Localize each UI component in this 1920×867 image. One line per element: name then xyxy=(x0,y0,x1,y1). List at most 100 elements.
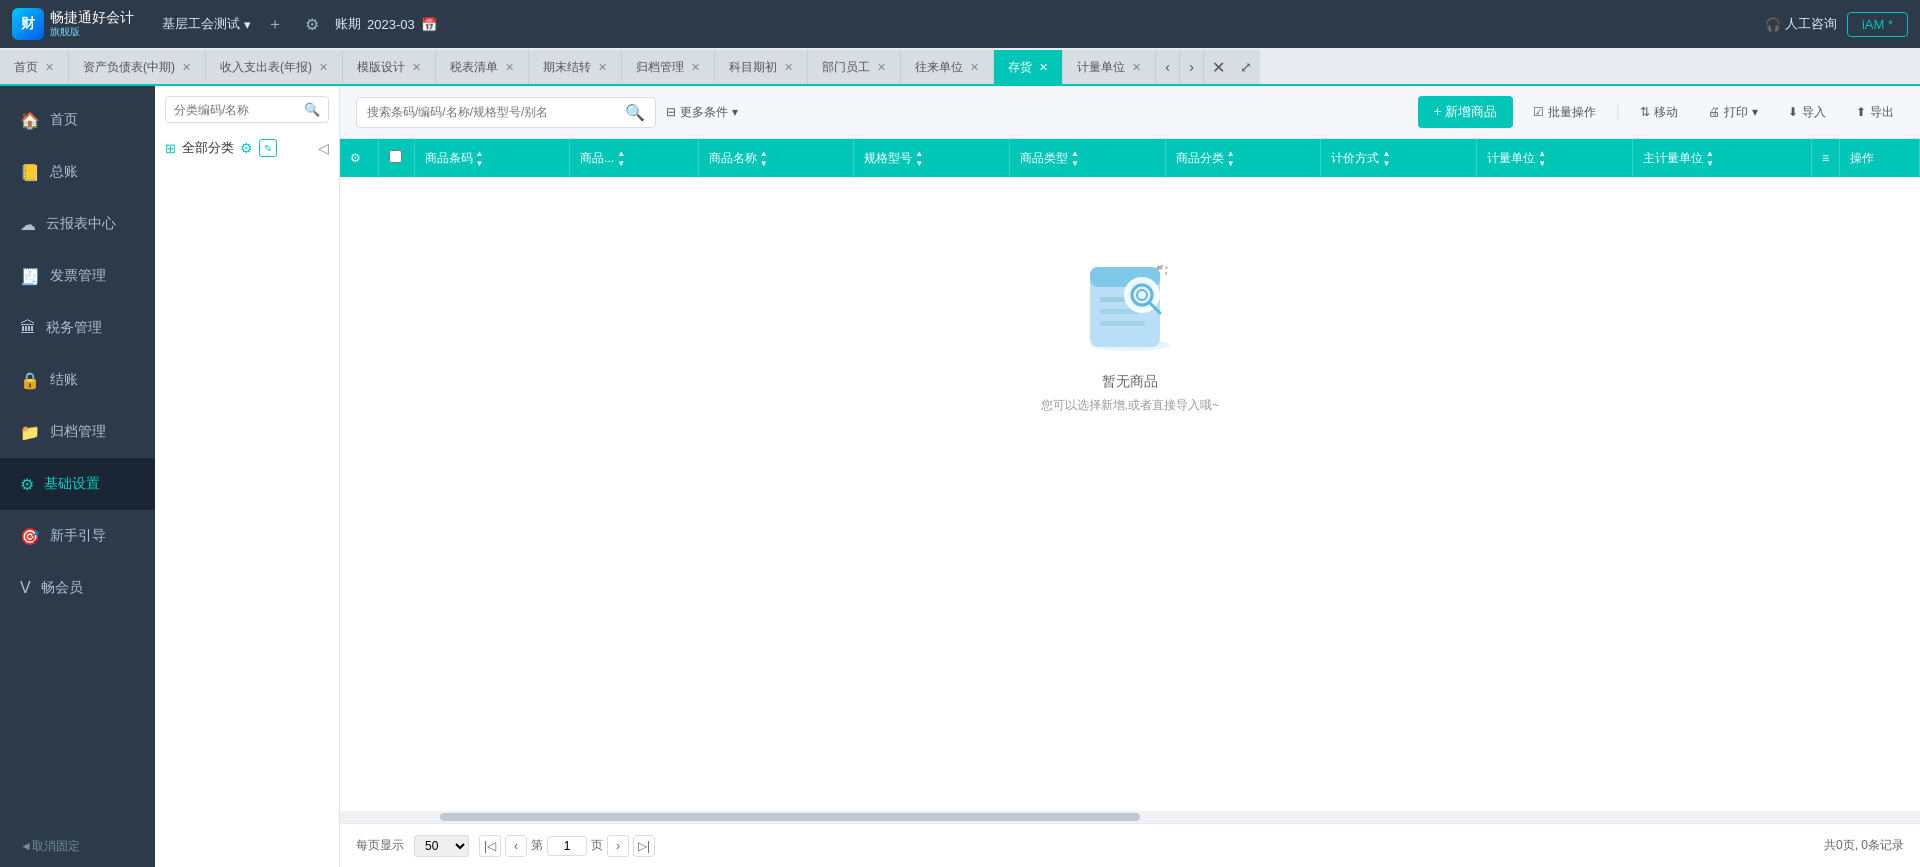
tab-close-all-btn[interactable]: ✕ xyxy=(1204,50,1232,84)
company-selector[interactable]: 基层工会测试 ▾ xyxy=(162,15,251,33)
sidebar-label-tax: 税务管理 xyxy=(46,319,102,337)
product-search-bar[interactable]: 🔍 xyxy=(356,97,656,128)
tab-contacts[interactable]: 往来单位 ✕ xyxy=(901,50,994,84)
add-product-button[interactable]: + 新增商品 xyxy=(1418,96,1513,128)
product-search-icon[interactable]: 🔍 xyxy=(625,103,645,122)
pagination: |◁ ‹ 第 页 › ▷| xyxy=(479,835,655,857)
edit-icon[interactable]: ✎ xyxy=(259,139,277,157)
page-last-btn[interactable]: ▷| xyxy=(633,835,655,857)
sidebar-item-home[interactable]: 🏠 首页 xyxy=(0,94,155,146)
add-tab-icon[interactable]: ＋ xyxy=(261,10,289,39)
tab-dept-staff[interactable]: 部门员工 ✕ xyxy=(808,50,901,84)
tab-prev-btn[interactable]: ‹ xyxy=(1156,50,1180,84)
right-panel: 🔍 ⊟ 更多条件 ▾ + 新增商品 ☑ 批量操作 | xyxy=(340,86,1920,867)
export-icon: ⬆ xyxy=(1856,105,1866,119)
settings-icon[interactable]: ⚙ xyxy=(299,11,325,38)
page-first-btn[interactable]: |◁ xyxy=(479,835,501,857)
print-button[interactable]: 🖨 打印 ▾ xyxy=(1698,98,1768,127)
tab-close-inventory[interactable]: ✕ xyxy=(1039,61,1048,74)
filter-button[interactable]: ⊟ 更多条件 ▾ xyxy=(666,104,738,121)
category-settings-icon[interactable]: ⚙ xyxy=(240,140,253,156)
app-title: 畅捷通好会计 xyxy=(50,9,134,26)
tab-income-statement[interactable]: 收入支出表(年报) ✕ xyxy=(206,50,343,84)
sidebar-item-close-account[interactable]: 🔒 结账 xyxy=(0,354,155,406)
table-header-row: ⚙ 商品条码▲▼ 商品...▲▼ 商品名称▲▼ 规格型号▲▼ 商品类型▲▼ 商品… xyxy=(340,139,1920,177)
tab-inventory[interactable]: 存货 ✕ xyxy=(994,50,1063,84)
sidebar-item-reports[interactable]: ☁ 云报表中心 xyxy=(0,198,155,250)
tab-close-subject[interactable]: ✕ xyxy=(784,61,793,74)
tab-period-carry[interactable]: 期末结转 ✕ xyxy=(529,50,622,84)
sidebar-item-archive[interactable]: 📁 归档管理 xyxy=(0,406,155,458)
page-prev-btn[interactable]: ‹ xyxy=(505,835,527,857)
tab-close-tax[interactable]: ✕ xyxy=(505,61,514,74)
product-table: ⚙ 商品条码▲▼ 商品...▲▼ 商品名称▲▼ 规格型号▲▼ 商品类型▲▼ 商品… xyxy=(340,139,1920,474)
tab-subject-init[interactable]: 科目期初 ✕ xyxy=(715,50,808,84)
sidebar: 🏠 首页 📒 总账 ☁ 云报表中心 🧾 发票管理 🏛 税务管理 🔒 结账 📁 归… xyxy=(0,86,155,867)
sidebar-item-member[interactable]: V 畅会员 xyxy=(0,562,155,614)
tab-unit[interactable]: 计量单位 ✕ xyxy=(1063,50,1156,84)
sidebar-label-member: 畅会员 xyxy=(41,579,83,597)
tab-close-homepage[interactable]: ✕ xyxy=(45,61,54,74)
home-icon: 🏠 xyxy=(20,111,40,130)
sidebar-item-guide[interactable]: 🎯 新手引导 xyxy=(0,510,155,562)
tab-close-dept[interactable]: ✕ xyxy=(877,61,886,74)
sidebar-collapse-btn[interactable]: ◄取消固定 xyxy=(0,826,155,867)
category-search-input[interactable] xyxy=(174,103,298,117)
scrollbar-thumb[interactable] xyxy=(440,813,1140,821)
sep1: | xyxy=(1616,103,1620,121)
tab-close-template[interactable]: ✕ xyxy=(412,61,421,74)
tab-expand-btn[interactable]: ⤢ xyxy=(1232,50,1260,84)
folder-icon: 📁 xyxy=(20,423,40,442)
top-actions: 🎧 人工咨询 iAM * xyxy=(1765,12,1908,37)
top-bar: 财 畅捷通好会计 旗舰版 基层工会测试 ▾ ＋ ⚙ 账期 2023-03 📅 🎧… xyxy=(0,0,1920,48)
sidebar-item-invoice[interactable]: 🧾 发票管理 xyxy=(0,250,155,302)
sidebar-item-settings[interactable]: ⚙ 基础设置 xyxy=(0,458,155,510)
empty-desc: 您可以选择新增,或者直接导入哦~ xyxy=(1041,397,1219,414)
tab-archive[interactable]: 归档管理 ✕ xyxy=(622,50,715,84)
export-button[interactable]: ⬆ 导出 xyxy=(1846,98,1904,127)
move-button[interactable]: ⇅ 移动 xyxy=(1630,98,1688,127)
per-page-select[interactable]: 50 20 100 xyxy=(414,835,469,857)
product-search-input[interactable] xyxy=(367,105,619,119)
tab-close-archive[interactable]: ✕ xyxy=(691,61,700,74)
toolbar: 🔍 ⊟ 更多条件 ▾ + 新增商品 ☑ 批量操作 | xyxy=(340,86,1920,139)
content-area: 🔍 ⊞ 全部分类 ⚙ ✎ ◁ 🔍 xyxy=(155,86,1920,867)
sidebar-item-ledger[interactable]: 📒 总账 xyxy=(0,146,155,198)
calendar-icon[interactable]: 📅 xyxy=(421,17,437,32)
col-more[interactable]: ≡ xyxy=(1811,139,1839,177)
empty-title: 暂无商品 xyxy=(1102,373,1158,391)
tab-next-btn[interactable]: › xyxy=(1180,50,1204,84)
per-page-label: 每页显示 xyxy=(356,837,404,854)
page-next-btn[interactable]: › xyxy=(607,835,629,857)
headset-icon: 🎧 xyxy=(1765,17,1781,32)
page-number-input[interactable] xyxy=(547,836,587,856)
col-type: 商品类型▲▼ xyxy=(1010,139,1166,177)
total-records: 共0页, 0条记录 xyxy=(1824,837,1904,854)
tab-template-design[interactable]: 模版设计 ✕ xyxy=(343,50,436,84)
tab-balance-sheet[interactable]: 资产负债表(中期) ✕ xyxy=(69,50,206,84)
category-search-icon[interactable]: 🔍 xyxy=(304,102,320,117)
collapse-icon[interactable]: ◁ xyxy=(318,140,329,156)
tab-close-contacts[interactable]: ✕ xyxy=(970,61,979,74)
category-header: ⊞ 全部分类 ⚙ ✎ ◁ xyxy=(155,133,339,163)
col-checkbox[interactable] xyxy=(378,139,414,177)
tab-homepage[interactable]: 首页 ✕ xyxy=(0,50,69,84)
tab-bar: 首页 ✕ 资产负债表(中期) ✕ 收入支出表(年报) ✕ 模版设计 ✕ 税表清单… xyxy=(0,48,1920,86)
batch-operation-button[interactable]: ☑ 批量操作 xyxy=(1523,98,1606,127)
tab-close-balance[interactable]: ✕ xyxy=(182,61,191,74)
tab-close-unit[interactable]: ✕ xyxy=(1132,61,1141,74)
horizontal-scrollbar[interactable] xyxy=(340,811,1920,823)
tab-close-income[interactable]: ✕ xyxy=(319,61,328,74)
tab-close-carry[interactable]: ✕ xyxy=(598,61,607,74)
import-button[interactable]: ⬇ 导入 xyxy=(1778,98,1836,127)
account-button[interactable]: iAM * xyxy=(1847,12,1908,37)
service-button[interactable]: 🎧 人工咨询 xyxy=(1765,15,1837,33)
tab-tax-list[interactable]: 税表清单 ✕ xyxy=(436,50,529,84)
category-search-box[interactable]: 🔍 xyxy=(165,96,329,123)
select-all-checkbox[interactable] xyxy=(389,150,402,163)
col-settings[interactable]: ⚙ xyxy=(340,139,378,177)
print-icon: 🖨 xyxy=(1708,105,1720,119)
invoice-icon: 🧾 xyxy=(20,267,40,286)
sidebar-item-tax[interactable]: 🏛 税务管理 xyxy=(0,302,155,354)
ledger-icon: 📒 xyxy=(20,163,40,182)
